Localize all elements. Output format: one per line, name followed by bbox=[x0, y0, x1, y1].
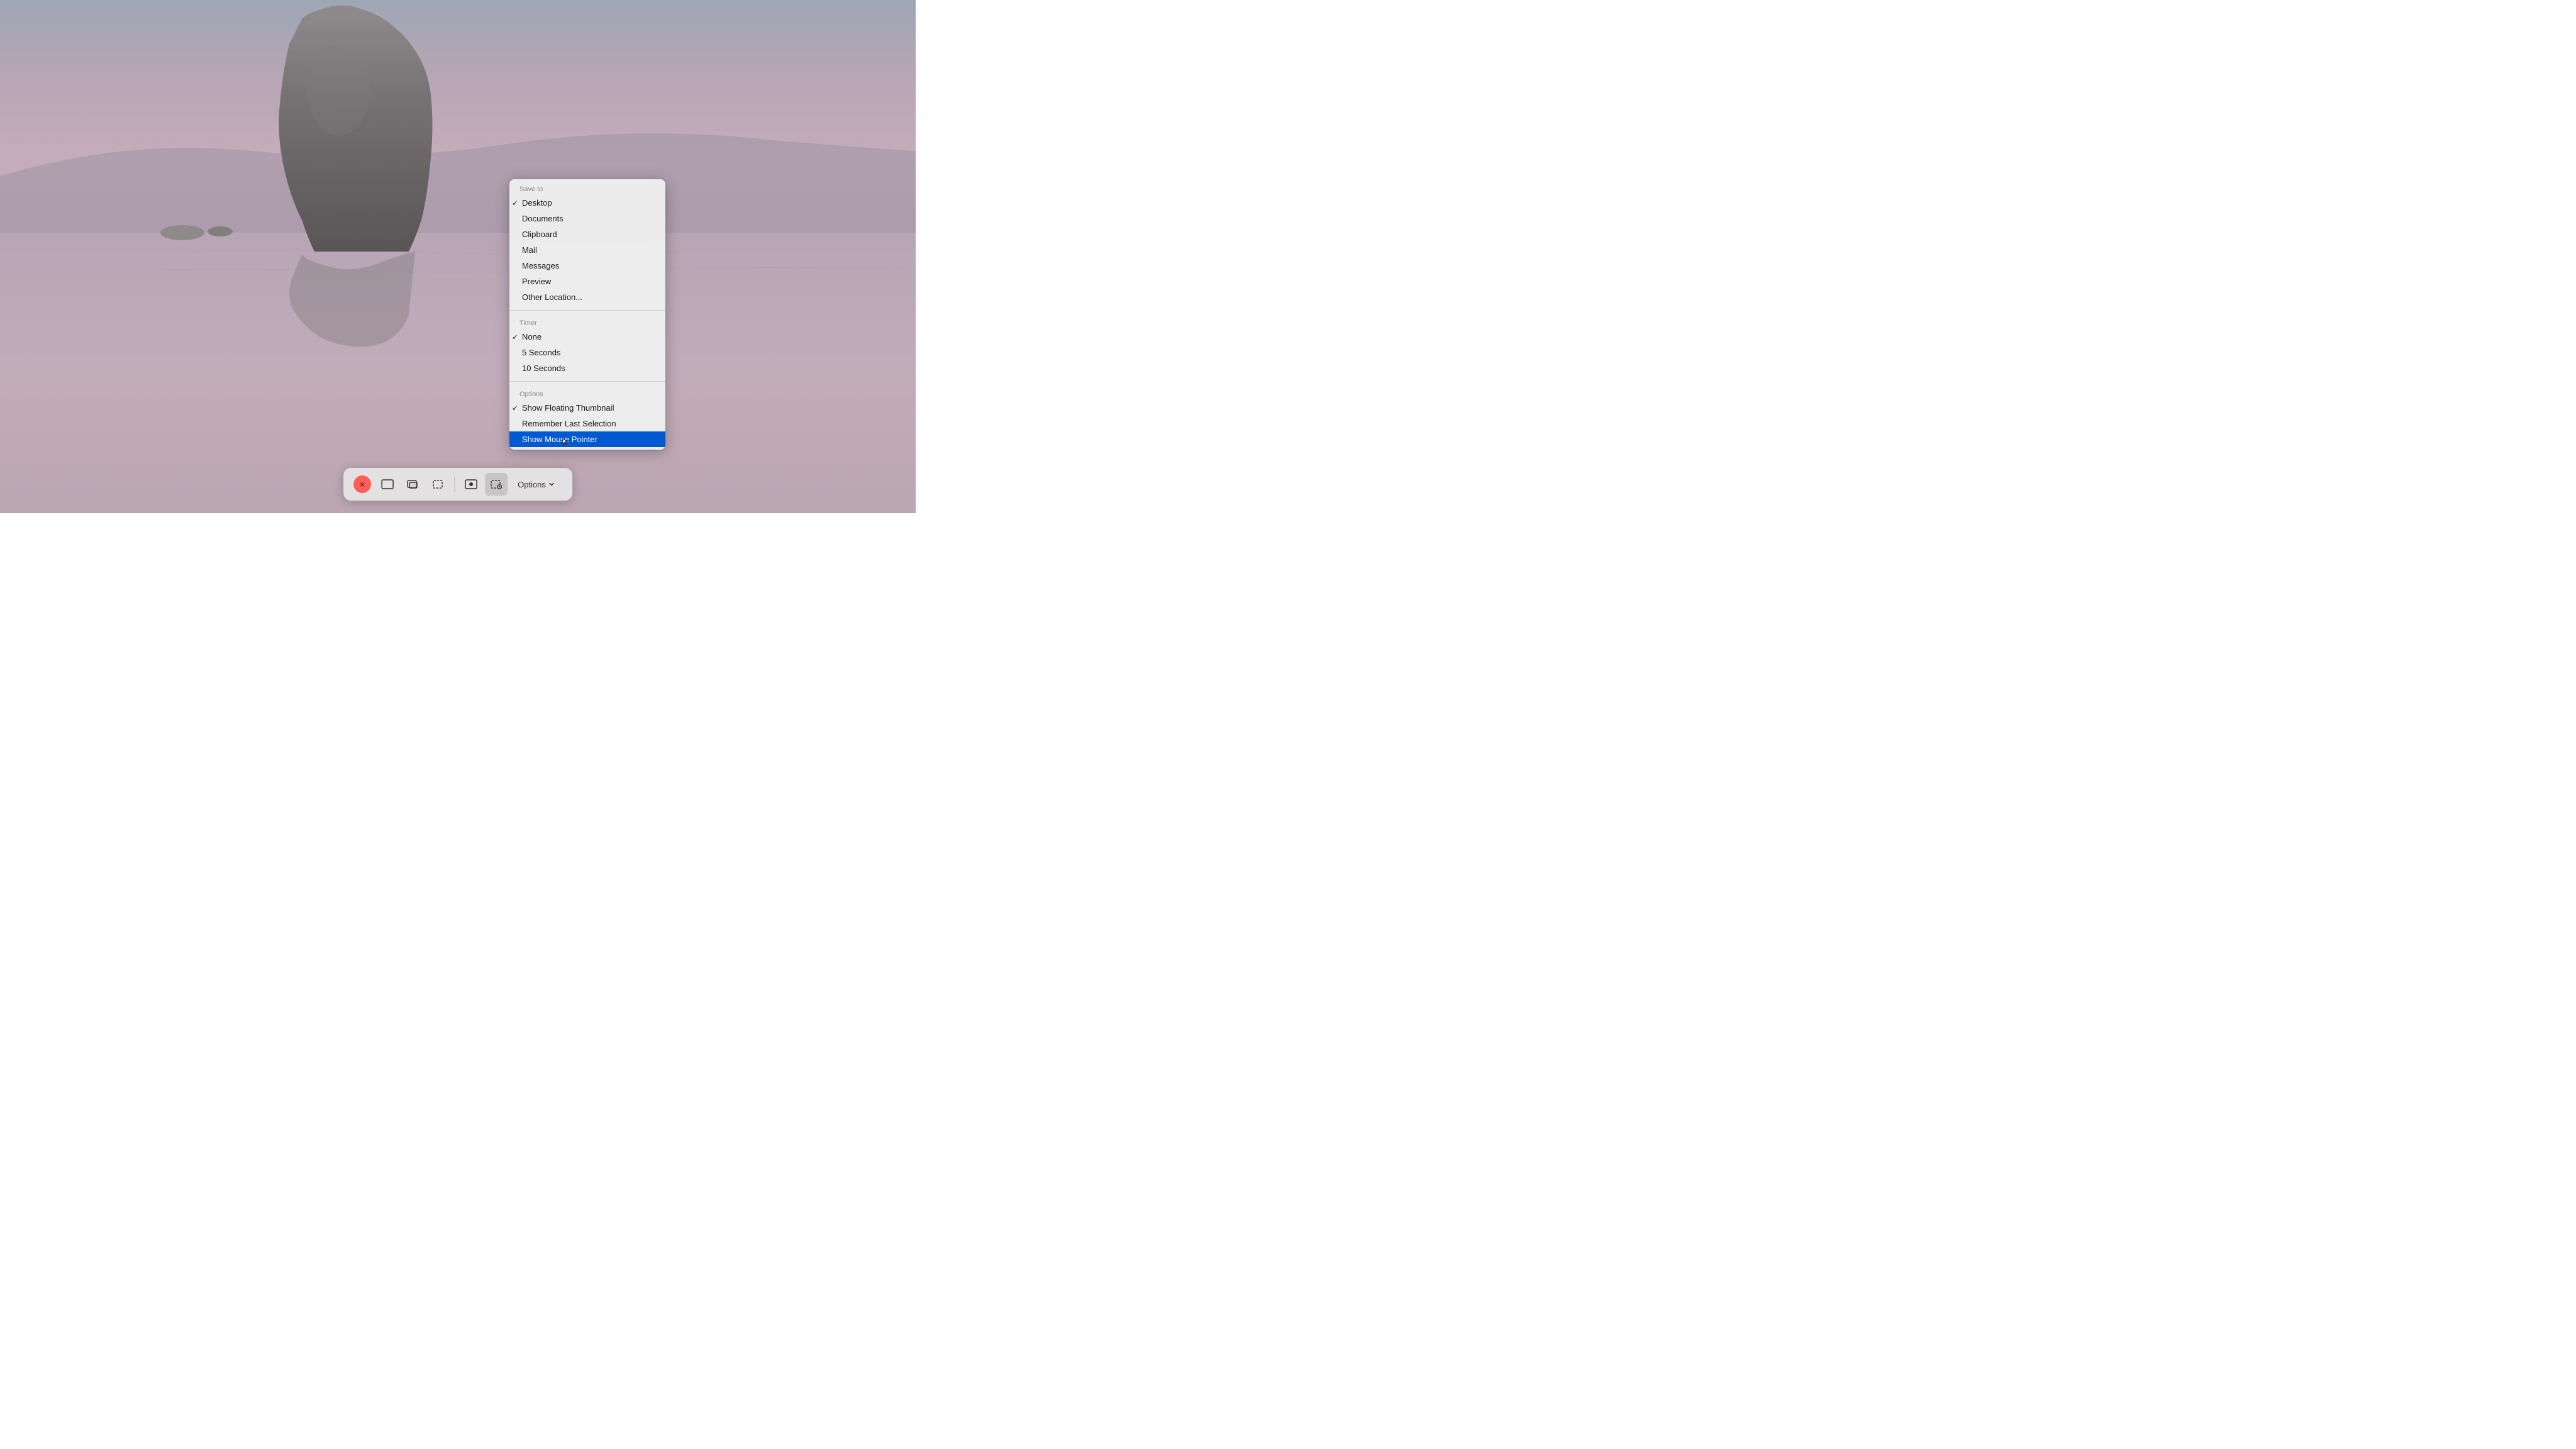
record-screen-button[interactable] bbox=[460, 473, 482, 496]
toolbar-divider bbox=[454, 477, 455, 492]
record-selection-icon bbox=[490, 478, 502, 491]
menu-item-mail[interactable]: Mail bbox=[509, 242, 665, 258]
menu-item-none-label: None bbox=[522, 332, 541, 341]
timer-label: Timer bbox=[509, 316, 665, 329]
divider-1 bbox=[509, 310, 665, 311]
menu-item-documents[interactable]: Documents bbox=[509, 211, 665, 226]
menu-item-messages[interactable]: Messages bbox=[509, 258, 665, 274]
checkmark-desktop: ✓ bbox=[512, 199, 518, 208]
menu-item-other-location[interactable]: Other Location... bbox=[509, 289, 665, 305]
record-selection-button[interactable] bbox=[485, 473, 508, 496]
menu-item-preview-label: Preview bbox=[522, 277, 551, 286]
close-button[interactable]: × bbox=[353, 475, 371, 493]
menu-item-10-seconds-label: 10 Seconds bbox=[522, 364, 565, 373]
save-to-section: Save to ✓ Desktop Documents Clipboard Ma… bbox=[509, 179, 665, 308]
options-section: Options ✓ Show Floating Thumbnail Rememb… bbox=[509, 384, 665, 450]
close-icon: × bbox=[360, 479, 365, 489]
window-icon bbox=[406, 478, 419, 491]
timer-section: Timer ✓ None 5 Seconds 10 Seconds bbox=[509, 313, 665, 379]
menu-item-none[interactable]: ✓ None bbox=[509, 329, 665, 345]
screenshot-toolbar: × Options bbox=[343, 468, 572, 501]
menu-item-5-seconds[interactable]: 5 Seconds bbox=[509, 345, 665, 360]
chevron-down-icon bbox=[548, 481, 555, 487]
options-button[interactable]: Options bbox=[510, 476, 562, 493]
menu-item-messages-label: Messages bbox=[522, 261, 559, 270]
menu-item-remember-last-selection-label: Remember Last Selection bbox=[522, 419, 616, 428]
menu-item-other-location-label: Other Location... bbox=[522, 292, 582, 302]
background-image bbox=[0, 0, 916, 513]
save-to-label: Save to bbox=[509, 182, 665, 195]
context-menu: Save to ✓ Desktop Documents Clipboard Ma… bbox=[509, 179, 665, 450]
menu-item-show-floating-thumbnail[interactable]: ✓ Show Floating Thumbnail bbox=[509, 400, 665, 416]
checkmark-none: ✓ bbox=[512, 333, 518, 341]
menu-item-mail-label: Mail bbox=[522, 245, 537, 255]
menu-item-preview[interactable]: Preview bbox=[509, 274, 665, 289]
options-label: Options bbox=[518, 480, 546, 489]
menu-item-5-seconds-label: 5 Seconds bbox=[522, 348, 560, 357]
menu-item-desktop-label: Desktop bbox=[522, 198, 552, 208]
capture-selection-button[interactable] bbox=[426, 473, 449, 496]
divider-2 bbox=[509, 381, 665, 382]
menu-item-clipboard-label: Clipboard bbox=[522, 230, 557, 239]
menu-item-10-seconds[interactable]: 10 Seconds bbox=[509, 360, 665, 376]
menu-item-show-floating-thumbnail-label: Show Floating Thumbnail bbox=[522, 403, 614, 413]
selection-icon bbox=[431, 478, 444, 491]
record-screen-icon bbox=[465, 478, 477, 491]
menu-item-desktop[interactable]: ✓ Desktop bbox=[509, 195, 665, 211]
options-section-label: Options bbox=[509, 387, 665, 400]
desktop-background bbox=[0, 0, 916, 513]
menu-item-documents-label: Documents bbox=[522, 214, 564, 223]
menu-item-show-mouse-pointer[interactable]: Show Mouse Pointer bbox=[509, 431, 665, 447]
menu-item-clipboard[interactable]: Clipboard bbox=[509, 226, 665, 242]
menu-item-remember-last-selection[interactable]: Remember Last Selection bbox=[509, 416, 665, 431]
capture-window-button[interactable] bbox=[401, 473, 424, 496]
checkmark-floating-thumbnail: ✓ bbox=[512, 404, 518, 413]
capture-fullscreen-button[interactable] bbox=[376, 473, 399, 496]
fullscreen-icon bbox=[381, 478, 394, 491]
menu-item-show-mouse-pointer-label: Show Mouse Pointer bbox=[522, 435, 597, 444]
